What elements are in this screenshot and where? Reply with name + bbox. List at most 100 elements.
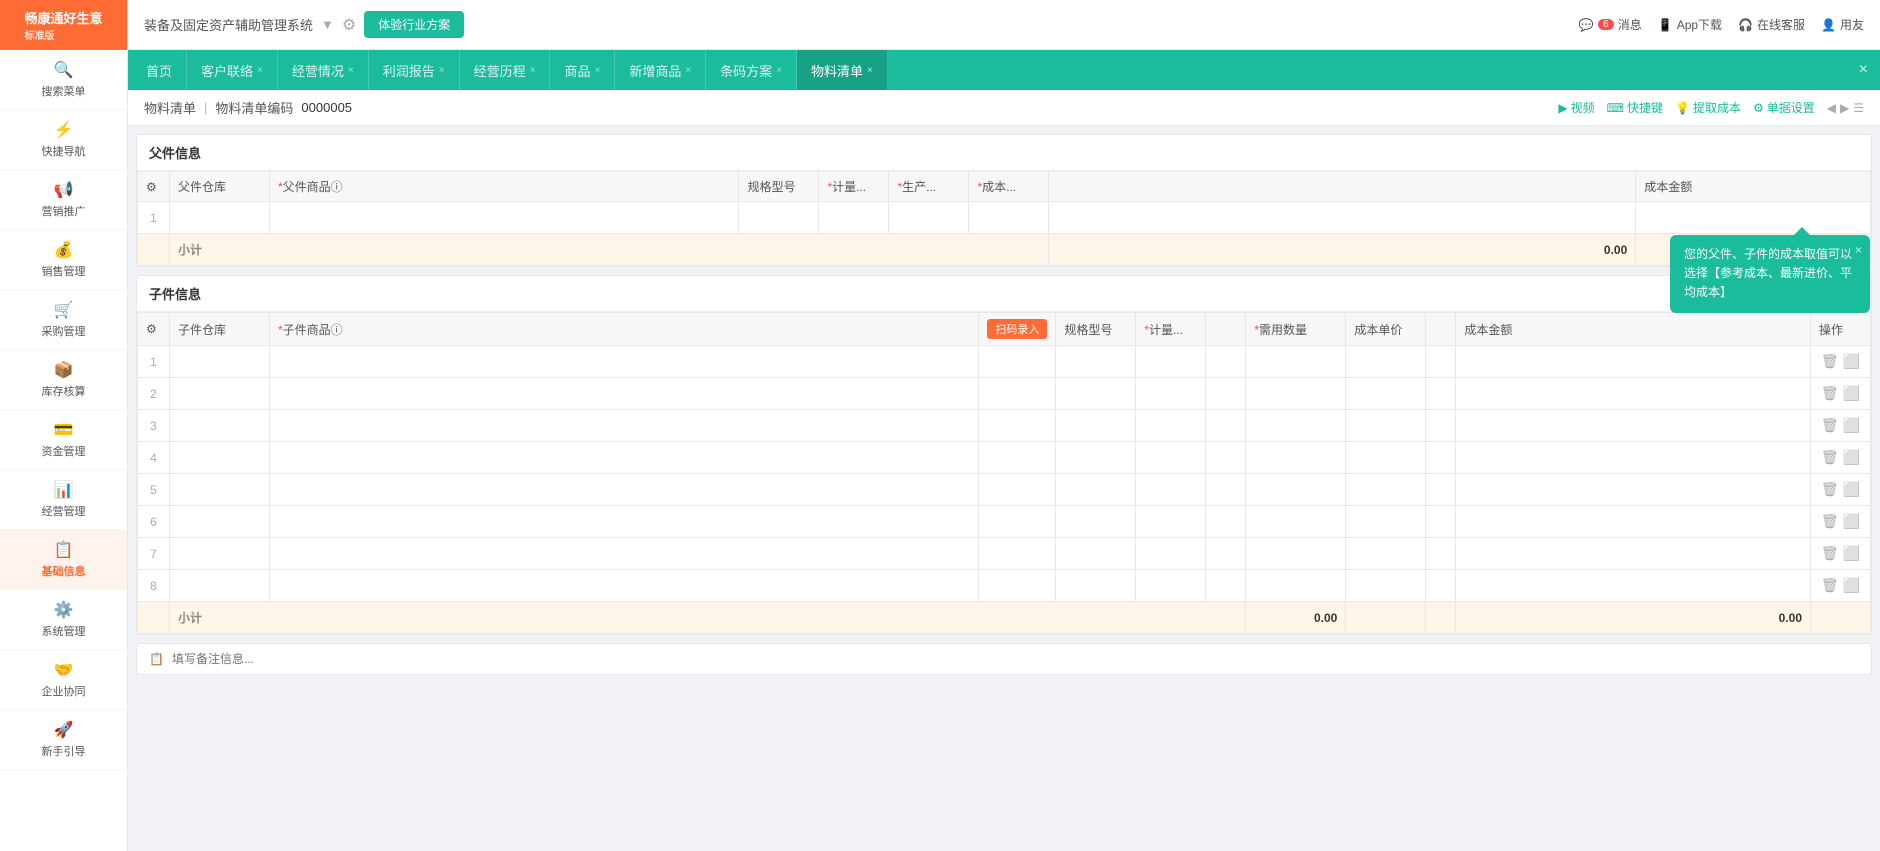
marketing-icon: 📢 xyxy=(54,180,74,200)
child-th-warehouse: 子件仓库 xyxy=(170,313,270,346)
sidebar-item-basic[interactable]: 📋 基础信息 xyxy=(0,530,127,590)
toolbar-right: ▶ 视频 ⌨ 快捷键 💡 提取成本 ⚙ 单据设置 ◀ ▶ xyxy=(1558,99,1864,116)
guide-icon: 🚀 xyxy=(54,720,74,740)
video-label: 视频 xyxy=(1571,99,1595,116)
copy-icon[interactable]: ⬜ xyxy=(1843,577,1860,594)
child-extra2-cell xyxy=(1426,346,1456,378)
sidebar-item-label: 新手引导 xyxy=(42,743,86,759)
tab-profit[interactable]: 利润报告 × xyxy=(369,50,460,90)
child-th-scan[interactable]: 扫码录入 xyxy=(979,313,1056,346)
sidebar-item-inventory[interactable]: 📦 库存核算 xyxy=(0,350,127,410)
breadcrumb-page[interactable]: 物料清单 xyxy=(144,98,196,117)
tooltip-close-btn[interactable]: × xyxy=(1855,241,1862,260)
close-icon[interactable]: × xyxy=(348,65,354,76)
trial-button[interactable]: 体验行业方案 xyxy=(364,11,464,38)
note-input[interactable] xyxy=(172,652,1859,666)
copy-icon[interactable]: ⬜ xyxy=(1843,417,1860,434)
delete-icon[interactable]: 🗑 xyxy=(1821,545,1839,562)
sidebar-item-guide[interactable]: 🚀 新手引导 xyxy=(0,710,127,770)
user-item[interactable]: 👤 用友 xyxy=(1821,16,1864,33)
child-th-settings[interactable]: ⚙ xyxy=(138,313,170,346)
close-icon[interactable]: × xyxy=(867,65,873,76)
parent-table: ⚙ 父件仓库 *父件商品ⓘ 规格型号 *计量... *生产... *成本... … xyxy=(137,171,1871,266)
child-spec-cell[interactable] xyxy=(1056,346,1136,378)
child-warehouse-cell[interactable] xyxy=(170,346,270,378)
scan-button[interactable]: 扫码录入 xyxy=(987,319,1047,339)
close-icon[interactable]: × xyxy=(530,65,536,76)
settings-icon: ⚙ xyxy=(1753,101,1764,115)
sidebar-item-search[interactable]: 🔍 搜索菜单 xyxy=(0,50,127,110)
video-btn[interactable]: ▶ 视频 xyxy=(1558,99,1594,116)
tab-operation[interactable]: 经营情况 × xyxy=(278,50,369,90)
tab-barcode[interactable]: 条码方案 × xyxy=(706,50,797,90)
tab-history[interactable]: 经营历程 × xyxy=(460,50,551,90)
close-icon[interactable]: × xyxy=(594,65,600,76)
list-icon[interactable]: ☰ xyxy=(1853,101,1864,115)
online-service-item[interactable]: 🎧 在线客服 xyxy=(1738,16,1805,33)
close-icon[interactable]: × xyxy=(776,65,782,76)
sidebar-item-sales[interactable]: 💰 销售管理 xyxy=(0,230,127,290)
delete-icon[interactable]: 🗑 xyxy=(1821,353,1839,370)
child-product-cell[interactable] xyxy=(270,346,979,378)
parent-prod-cell[interactable] xyxy=(889,202,969,234)
child-qty-cell[interactable] xyxy=(1246,346,1346,378)
child-price-cell[interactable] xyxy=(1346,346,1426,378)
parent-th-settings[interactable]: ⚙ xyxy=(138,172,170,202)
child-subtotal-row: 小计 0.00 0.00 xyxy=(138,602,1871,634)
tab-goods[interactable]: 商品 × xyxy=(550,50,615,90)
delete-icon[interactable]: 🗑 xyxy=(1821,449,1839,466)
delete-icon[interactable]: 🗑 xyxy=(1821,481,1839,498)
settings-icon[interactable]: ⚙ xyxy=(342,15,356,35)
tab-bom[interactable]: 物料清单 × xyxy=(797,50,888,90)
child-th-product: *子件商品ⓘ xyxy=(270,313,979,346)
table-row: 8 🗑⬜ xyxy=(138,570,1871,602)
header-left: 装备及固定资产辅助管理系统 ▼ ⚙ 体验行业方案 xyxy=(144,11,464,38)
tabs-close-btn[interactable]: × xyxy=(1851,61,1876,79)
close-icon[interactable]: × xyxy=(439,65,445,76)
sidebar-item-purchase[interactable]: 🛒 采购管理 xyxy=(0,290,127,350)
table-row: 1 xyxy=(138,202,1871,234)
nav-arrows: ◀ ▶ ☰ xyxy=(1827,101,1864,115)
copy-icon[interactable]: ⬜ xyxy=(1843,481,1860,498)
delete-icon[interactable]: 🗑 xyxy=(1821,577,1839,594)
copy-icon[interactable]: ⬜ xyxy=(1843,545,1860,562)
close-icon[interactable]: × xyxy=(257,65,263,76)
parent-unit-cell[interactable] xyxy=(819,202,889,234)
dropdown-icon: ▼ xyxy=(321,17,334,32)
sidebar-item-nav[interactable]: ⚡ 快捷导航 xyxy=(0,110,127,170)
copy-icon[interactable]: ⬜ xyxy=(1843,353,1860,370)
copy-icon[interactable]: ⬜ xyxy=(1843,449,1860,466)
sidebar-item-operation[interactable]: 📊 经营管理 xyxy=(0,470,127,530)
parent-cost-cell[interactable] xyxy=(969,202,1049,234)
subtotal-label: 小计 xyxy=(170,234,1049,266)
app-download-item[interactable]: 📱 App下载 xyxy=(1658,16,1722,33)
shortcut-btn[interactable]: ⌨ 快捷键 xyxy=(1607,99,1663,116)
purchase-icon: 🛒 xyxy=(54,300,74,320)
delete-icon[interactable]: 🗑 xyxy=(1821,513,1839,530)
sidebar-item-system[interactable]: ⚙️ 系统管理 xyxy=(0,590,127,650)
tab-label: 首页 xyxy=(146,61,172,80)
next-icon[interactable]: ▶ xyxy=(1840,101,1849,115)
tab-home[interactable]: 首页 xyxy=(132,50,187,90)
sidebar-item-label: 营销推广 xyxy=(42,203,86,219)
single-settings-btn[interactable]: ⚙ 单据设置 xyxy=(1753,99,1815,116)
close-icon[interactable]: × xyxy=(685,65,691,76)
child-unit-cell[interactable] xyxy=(1136,346,1206,378)
copy-icon[interactable]: ⬜ xyxy=(1843,513,1860,530)
copy-icon[interactable]: ⬜ xyxy=(1843,385,1860,402)
delete-icon[interactable]: 🗑 xyxy=(1821,417,1839,434)
parent-warehouse-cell[interactable] xyxy=(170,202,270,234)
message-item[interactable]: 💬 6 消息 xyxy=(1579,16,1642,33)
parent-th-cost: *成本... xyxy=(969,172,1049,202)
parent-product-cell[interactable] xyxy=(270,202,739,234)
tab-customer[interactable]: 客户联络 × xyxy=(187,50,278,90)
extract-cost-btn[interactable]: 💡 提取成本 xyxy=(1675,99,1741,116)
delete-icon[interactable]: 🗑 xyxy=(1821,385,1839,402)
enterprise-icon: 🤝 xyxy=(54,660,74,680)
sidebar-item-marketing[interactable]: 📢 营销推广 xyxy=(0,170,127,230)
tab-new-goods[interactable]: 新增商品 × xyxy=(615,50,706,90)
sidebar-item-enterprise[interactable]: 🤝 企业协同 xyxy=(0,650,127,710)
prev-icon[interactable]: ◀ xyxy=(1827,101,1836,115)
parent-spec-cell[interactable] xyxy=(739,202,819,234)
sidebar-item-finance[interactable]: 💳 资金管理 xyxy=(0,410,127,470)
